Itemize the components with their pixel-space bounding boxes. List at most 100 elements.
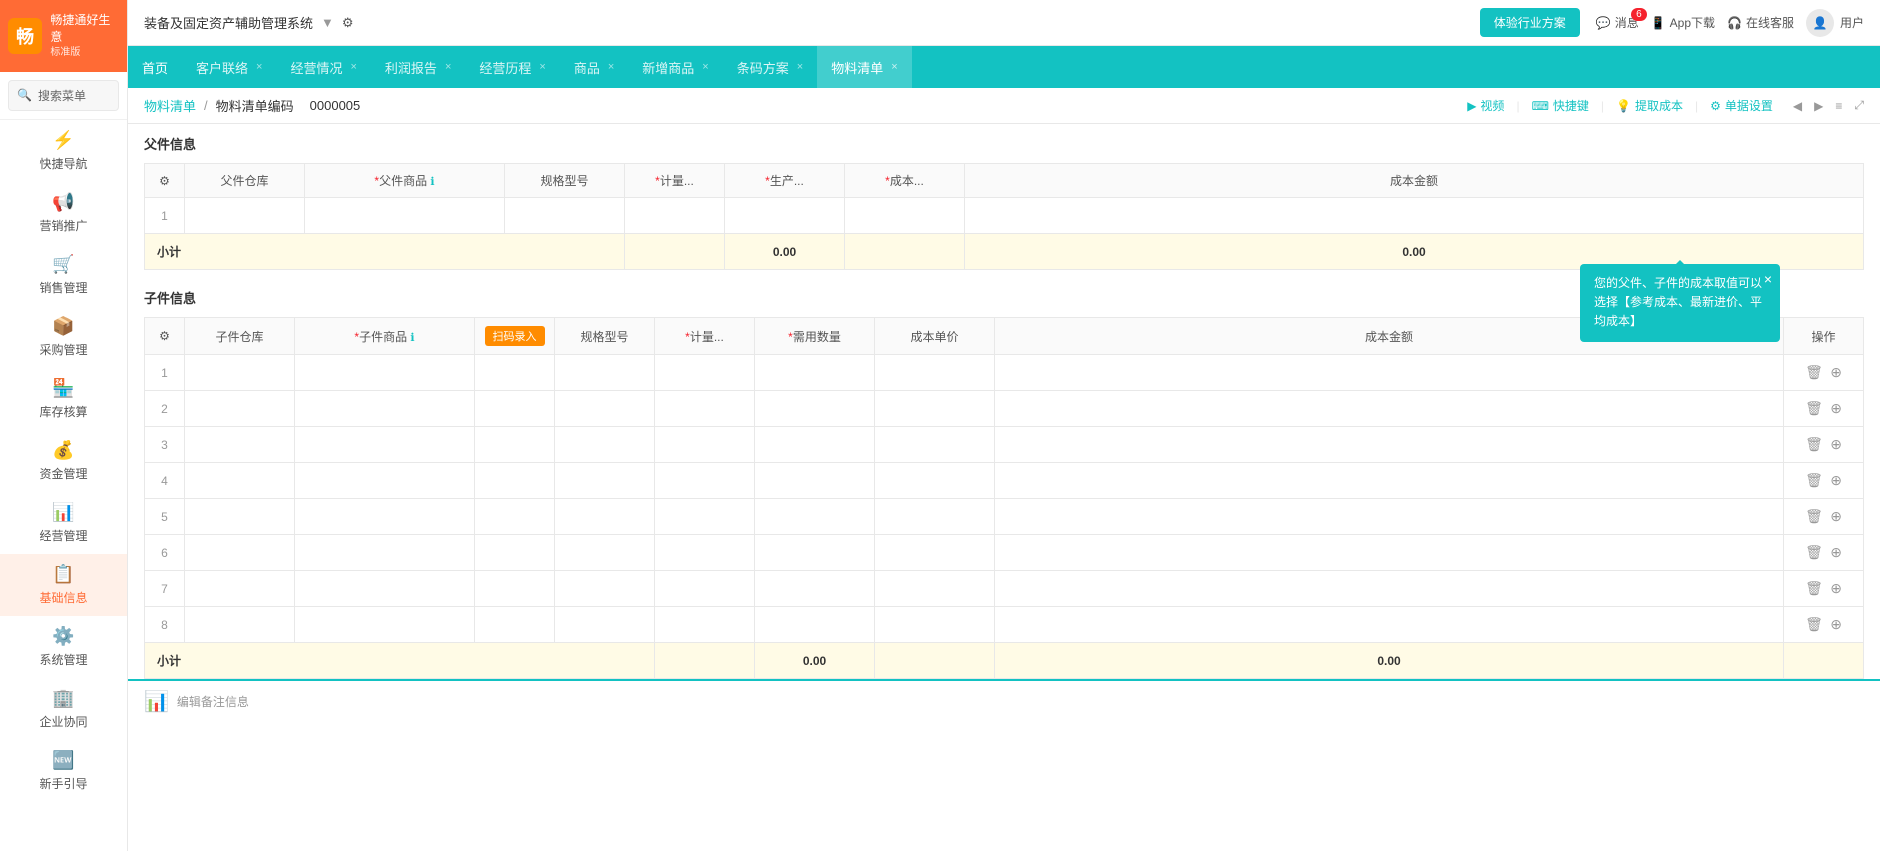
child-row5-delete-button[interactable]: 🗑 (1805, 508, 1823, 525)
child-row8-copy-button[interactable]: ⊕ (1830, 616, 1842, 633)
tab-close-product[interactable]: × (608, 61, 614, 73)
sidebar-item-basic-info[interactable]: 📋 基础信息 (0, 554, 127, 616)
tab-new-product[interactable]: 新增商品 × (628, 46, 722, 88)
sidebar-item-inventory[interactable]: 🏪 库存核算 (0, 368, 127, 430)
parent-th-spec: 规格型号 (505, 164, 625, 198)
sidebar-item-finance[interactable]: 💰 资金管理 (0, 430, 127, 492)
parent-th-warehouse: 父件仓库 (185, 164, 305, 198)
fullscreen-icon[interactable]: ⤢ (1854, 98, 1864, 113)
sidebar-item-purchase[interactable]: 📦 采购管理 (0, 306, 127, 368)
child-th-qty: *需用数量 (755, 318, 875, 355)
parent-unit-cell[interactable] (625, 198, 725, 234)
nav-prev-icon[interactable]: ◀ (1793, 99, 1802, 113)
parent-table-header-row: ⚙ 父件仓库 *父件商品 ℹ 规格型号 *计量... *生产... *成本...… (145, 164, 1864, 198)
child-row1-unit[interactable] (655, 355, 755, 391)
child-row3-delete-button[interactable]: 🗑 (1805, 436, 1823, 453)
parent-product-cell[interactable] (305, 198, 505, 234)
child-row1-unit-cost[interactable] (875, 355, 995, 391)
settings-gear-icon[interactable]: ⚙ (342, 15, 354, 31)
sidebar-item-marketing[interactable]: 📢 营销推广 (0, 182, 127, 244)
tab-profit-report[interactable]: 利润报告 × (371, 46, 465, 88)
shortcut-button[interactable]: ⌨ 快捷键 (1532, 97, 1589, 114)
tab-operation-history[interactable]: 经营历程 × (465, 46, 559, 88)
sidebar-item-operation[interactable]: 📊 经营管理 (0, 492, 127, 554)
tab-close-customer[interactable]: × (256, 61, 262, 73)
parent-table-row: 1 (145, 198, 1864, 234)
extract-cost-button[interactable]: 💡 提取成本 (1616, 97, 1683, 114)
child-row1-delete-button[interactable]: 🗑 (1805, 364, 1823, 381)
tab-bom[interactable]: 物料清单 × (817, 46, 911, 88)
child-row1-product[interactable] (295, 355, 475, 391)
child-row4-copy-button[interactable]: ⊕ (1830, 472, 1842, 489)
tab-barcode[interactable]: 条码方案 × (723, 46, 817, 88)
scan-input-button[interactable]: 扫码录入 (485, 326, 545, 346)
child-row8-delete-button[interactable]: 🗑 (1805, 616, 1823, 633)
child-table-row: 4 🗑 ⊕ (145, 463, 1864, 499)
child-row1-actions: 🗑 ⊕ (1784, 355, 1864, 391)
single-settings-button[interactable]: ⚙ 单据设置 (1710, 97, 1773, 114)
sidebar-item-enterprise[interactable]: 🏢 企业协同 (0, 678, 127, 740)
tab-close-new-product[interactable]: × (702, 61, 708, 73)
child-row6-copy-button[interactable]: ⊕ (1830, 544, 1842, 561)
child-row3-copy-button[interactable]: ⊕ (1830, 436, 1842, 453)
tab-close-operation-history[interactable]: × (539, 61, 545, 73)
message-button[interactable]: 💬 消息 6 (1596, 14, 1639, 31)
child-row1-qty[interactable] (755, 355, 875, 391)
child-row6-delete-button[interactable]: 🗑 (1805, 544, 1823, 561)
online-service-button[interactable]: 🎧 在线客服 (1727, 14, 1794, 31)
child-subtotal-label: 小计 (145, 643, 655, 679)
child-row1-copy-button[interactable]: ⊕ (1830, 364, 1842, 381)
parent-th-gear[interactable]: ⚙ (145, 164, 185, 198)
parent-subtotal-cost: 0.00 (725, 234, 845, 270)
user-area[interactable]: 👤 用户 (1806, 9, 1864, 37)
sidebar-header[interactable]: 畅 畅捷通好生意 标准版 (0, 0, 127, 72)
child-row1-cost-amount (995, 355, 1784, 391)
child-row7-delete-button[interactable]: 🗑 (1805, 580, 1823, 597)
bottom-bar: 📊 编辑备注信息 (128, 679, 1880, 722)
parent-spec-cell[interactable] (505, 198, 625, 234)
child-th-gear[interactable]: ⚙ (145, 318, 185, 355)
nav-next-icon[interactable]: ▶ (1814, 99, 1823, 113)
child-row1-warehouse[interactable] (185, 355, 295, 391)
online-service-icon: 🎧 (1727, 16, 1742, 30)
parent-cost-cell[interactable] (845, 198, 965, 234)
tab-close-barcode[interactable]: × (797, 61, 803, 73)
parent-production-cell[interactable] (725, 198, 845, 234)
tab-close-operation-status[interactable]: × (350, 61, 356, 73)
system-dropdown-icon[interactable]: ▼ (321, 15, 334, 30)
child-row2-copy-button[interactable]: ⊕ (1830, 400, 1842, 417)
bottom-text[interactable]: 编辑备注信息 (177, 693, 249, 710)
tab-close-profit-report[interactable]: × (445, 61, 451, 73)
child-th-warehouse: 子件仓库 (185, 318, 295, 355)
expand-icon[interactable]: ≡ (1835, 99, 1842, 113)
child-th-action: 操作 (1784, 318, 1864, 355)
search-menu-button[interactable]: 🔍 搜索菜单 (8, 80, 119, 111)
basic-info-icon: 📋 (52, 564, 74, 585)
child-row7-copy-button[interactable]: ⊕ (1830, 580, 1842, 597)
try-industry-button[interactable]: 体验行业方案 (1480, 8, 1580, 37)
tab-home[interactable]: 首页 (128, 46, 182, 88)
app-download-icon: 📱 (1651, 16, 1666, 30)
child-row2-warehouse[interactable] (185, 391, 295, 427)
child-th-scan[interactable]: 扫码录入 (475, 318, 555, 355)
tooltip-close-button[interactable]: × (1764, 268, 1772, 290)
app-download-button[interactable]: 📱 App下载 (1651, 14, 1715, 31)
tab-close-bom[interactable]: × (891, 61, 897, 73)
parent-warehouse-cell[interactable] (185, 198, 305, 234)
child-row1-spec[interactable] (555, 355, 655, 391)
child-row2-product[interactable] (295, 391, 475, 427)
sidebar-item-system[interactable]: ⚙️ 系统管理 (0, 616, 127, 678)
user-name-label: 用户 (1840, 14, 1864, 31)
tab-customer[interactable]: 客户联络 × (182, 46, 276, 88)
sidebar-item-sales[interactable]: 🛒 销售管理 (0, 244, 127, 306)
video-button[interactable]: ▶ 视频 (1467, 97, 1504, 114)
sidebar-item-quick-nav[interactable]: ⚡ 快捷导航 (0, 120, 127, 182)
breadcrumb-item1[interactable]: 物料清单 (144, 96, 196, 115)
tab-operation-status[interactable]: 经营情况 × (276, 46, 370, 88)
child-row5-copy-button[interactable]: ⊕ (1830, 508, 1842, 525)
parent-th-cost-amount: 成本金额 (965, 164, 1864, 198)
sidebar-item-guide[interactable]: 🆕 新手引导 (0, 740, 127, 802)
child-row4-delete-button[interactable]: 🗑 (1805, 472, 1823, 489)
child-row2-delete-button[interactable]: 🗑 (1805, 400, 1823, 417)
tab-product[interactable]: 商品 × (560, 46, 628, 88)
